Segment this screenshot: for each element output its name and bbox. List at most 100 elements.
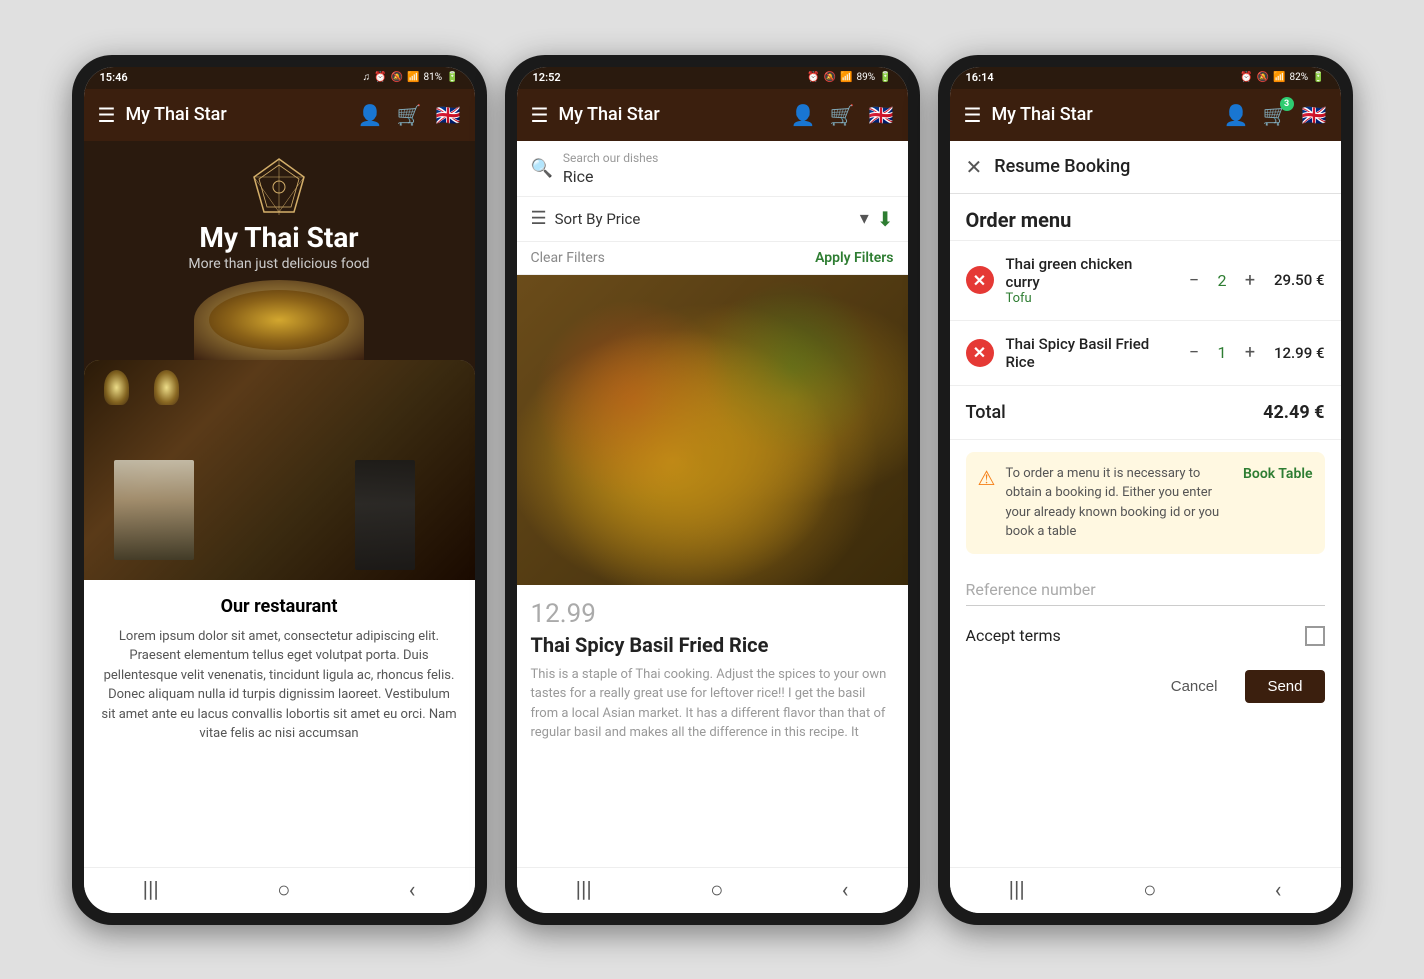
nav-actions-1: 👤 🛒 🇬🇧 [358,103,461,127]
terms-label: Accept terms [966,626,1061,645]
search-value[interactable]: Rice [563,167,894,186]
increase-item-1-button[interactable]: + [1238,270,1262,291]
nav-bar-2: ☰ My Thai Star 👤 🛒 🇬🇧 [517,89,908,141]
order-actions: Cancel Send [950,660,1341,713]
cart-icon-2[interactable]: 🛒 [830,103,855,127]
total-label: Total [966,402,1006,423]
dish-card: 12.99 Thai Spicy Basil Fried Rice This i… [517,275,908,867]
close-resume-button[interactable]: ✕ [966,155,983,179]
resume-bar: ✕ Resume Booking [950,141,1341,194]
remove-item-2-button[interactable]: ✕ [966,339,994,367]
remove-item-1-button[interactable]: ✕ [966,266,994,294]
bottom-nav-1: ||| ○ ‹ [84,867,475,913]
phone-2: 12:52 ⏰ 🔕 📶 89% 🔋 ☰ My Thai Star 👤 🛒 🇬🇧 [505,55,920,925]
filter-icon: ☰ [531,208,547,229]
battery-icon-2: 🔋 [879,72,891,83]
terms-row: Accept terms [950,612,1341,660]
filter-actions: Clear Filters Apply Filters [517,242,908,275]
search-placeholder: Search our dishes [563,151,894,165]
item-2-price: 12.99 € [1274,344,1325,362]
status-time-1: 15:46 [100,71,128,84]
nav-title-1: My Thai Star [125,104,347,125]
download-icon[interactable]: ⬇ [877,207,894,231]
cancel-order-button[interactable]: Cancel [1153,670,1236,703]
lamps [104,370,179,405]
dropdown-icon[interactable]: ▾ [860,208,869,229]
flag-icon-1[interactable]: 🇬🇧 [436,103,461,127]
home-icon-1[interactable]: ○ [277,877,290,903]
battery-3: 82% [1289,72,1308,83]
menu-icon-3[interactable]: ☰ [964,103,982,127]
apply-filters-button[interactable]: Apply Filters [815,250,893,266]
item-2-quantity: 1 [1214,343,1230,362]
reference-input[interactable] [966,605,1325,606]
menu-icon-1[interactable]: ☰ [98,103,116,127]
dish-bowl [194,280,364,360]
back-icon-3[interactable]: ‹ [1275,878,1282,903]
status-icons-3: ⏰ 🔕 📶 82% 🔋 [1240,72,1324,83]
search-bar[interactable]: 🔍 Search our dishes Rice [517,141,908,197]
nav-title-2: My Thai Star [558,104,780,125]
decrease-item-1-button[interactable]: − [1182,270,1206,291]
item-1-details: Thai green chicken curry Tofu [1006,255,1170,306]
cart-badge-area[interactable]: 🛒 3 [1263,103,1288,127]
send-order-button[interactable]: Send [1245,670,1324,703]
filter-label: Sort By Price [555,210,852,228]
person-icon-3[interactable]: 👤 [1224,103,1249,127]
home-icon-3[interactable]: ○ [1143,877,1156,903]
person-icon-2[interactable]: 👤 [791,103,816,127]
reference-label: Reference number [966,580,1325,599]
menu-icon-2[interactable]: ☰ [531,103,549,127]
item-1-variant: Tofu [1006,291,1170,306]
recent-icon-3[interactable]: ||| [1009,878,1025,903]
warning-box: ⚠ To order a menu it is necessary to obt… [966,452,1325,554]
white-card: Our restaurant Lorem ipsum dolor sit ame… [84,360,475,867]
decrease-item-2-button[interactable]: − [1182,342,1206,363]
status-icons-2: ⏰ 🔕 📶 89% 🔋 [807,72,891,83]
warning-text: To order a menu it is necessary to obtai… [1005,464,1233,542]
phone-1: 15:46 ♫ ⏰ 🔕 📶 81% 🔋 ☰ My Thai Star 👤 🛒 🇬… [72,55,487,925]
dish-name: Thai Spicy Basil Fried Rice [531,633,894,657]
clear-filters-button[interactable]: Clear Filters [531,250,605,266]
logo-area: My Thai Star More than just delicious fo… [188,141,369,280]
status-icons-1: ♫ ⏰ 🔕 📶 81% 🔋 [363,72,459,83]
battery-icon-3: 🔋 [1312,72,1324,83]
dish-image [517,275,908,585]
bottom-nav-2: ||| ○ ‹ [517,867,908,913]
phone1-main: My Thai Star More than just delicious fo… [84,141,475,867]
restaurant-title: Our restaurant [100,596,459,617]
nav-actions-3: 👤 🛒 3 🇬🇧 [1224,103,1327,127]
total-value: 42.49 € [1263,402,1324,423]
back-icon-2[interactable]: ‹ [842,878,849,903]
resume-label: Resume Booking [994,156,1130,177]
warning-icon: ⚠ [978,466,996,490]
alarm-icon: ⏰ [374,72,386,83]
wifi-icon-2: 📶 [840,72,852,83]
battery-icon-1: 🔋 [446,72,458,83]
recent-icon-2[interactable]: ||| [576,878,592,903]
flag-icon-3[interactable]: 🇬🇧 [1302,103,1327,127]
item-1-quantity: 2 [1214,271,1230,290]
increase-item-2-button[interactable]: + [1238,342,1262,363]
total-row: Total 42.49 € [950,386,1341,440]
nav-bar-1: ☰ My Thai Star 👤 🛒 🇬🇧 [84,89,475,141]
item-1-controls: − 2 + [1182,270,1262,291]
flag-icon-2[interactable]: 🇬🇧 [869,103,894,127]
logo-diamond-icon [249,157,309,217]
home-icon-2[interactable]: ○ [710,877,723,903]
wifi-icon-3: 📶 [1273,72,1285,83]
cart-icon-1[interactable]: 🛒 [397,103,422,127]
terms-checkbox[interactable] [1305,626,1325,646]
wifi-icon: 📶 [407,72,419,83]
status-time-2: 12:52 [533,71,561,84]
book-table-button[interactable]: Book Table [1243,464,1312,482]
dish-description: This is a staple of Thai cooking. Adjust… [531,665,894,743]
battery-1: 81% [423,72,442,83]
person-icon-1[interactable]: 👤 [358,103,383,127]
back-icon-1[interactable]: ‹ [409,878,416,903]
nav-actions-2: 👤 🛒 🇬🇧 [791,103,894,127]
item-1-price: 29.50 € [1274,271,1325,289]
recent-icon-1[interactable]: ||| [143,878,159,903]
item-2-controls: − 1 + [1182,342,1262,363]
status-time-3: 16:14 [966,71,994,84]
